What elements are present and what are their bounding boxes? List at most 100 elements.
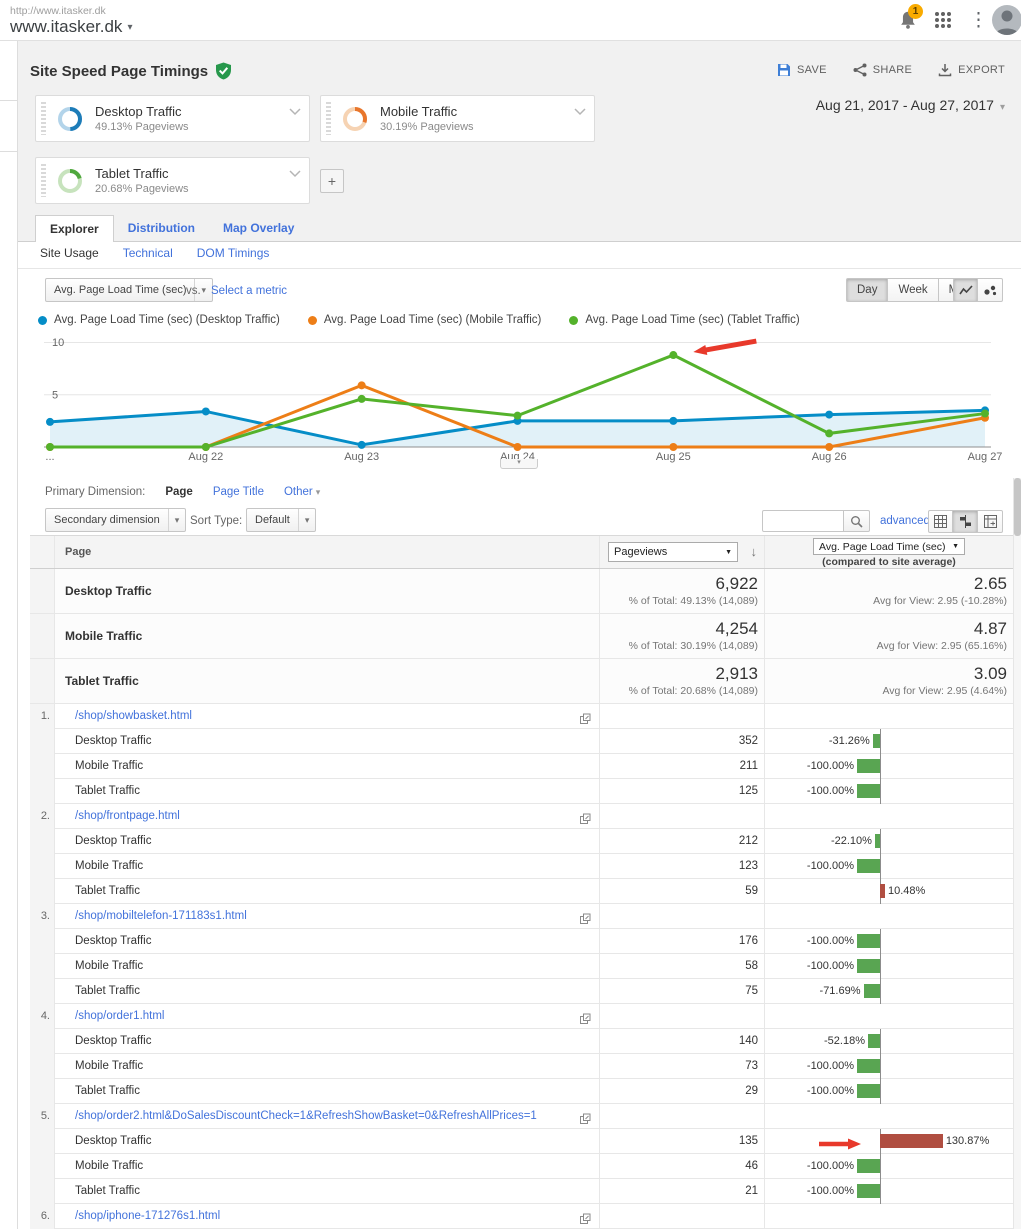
pageviews-value: 176	[738, 935, 758, 947]
comparison-percent-label: -71.69%	[819, 985, 861, 997]
external-link-icon[interactable]	[579, 1210, 591, 1229]
segment-row-name: Mobile Traffic	[75, 860, 144, 872]
svg-text:...: ...	[45, 451, 54, 463]
comparison-axis	[880, 979, 881, 1004]
summary-pageviews-subtext: % of Total: 30.19% (14,089)	[628, 640, 758, 652]
comparison-axis	[880, 1179, 881, 1204]
chevron-down-icon: ▾	[999, 102, 1005, 113]
subtab-site-usage[interactable]: Site Usage	[40, 246, 99, 260]
pageviews-column-select[interactable]: Pageviews ▼	[608, 542, 738, 562]
svg-text:Aug 26: Aug 26	[812, 451, 847, 463]
page-url-link[interactable]: /shop/order1.html	[55, 1004, 165, 1028]
granularity-week[interactable]: Week	[888, 278, 939, 302]
granularity-day[interactable]: Day	[846, 278, 889, 302]
row-gutter	[30, 854, 55, 879]
comparison-axis	[880, 729, 881, 754]
comparison-axis	[880, 929, 881, 954]
comparison-bar	[857, 1084, 880, 1098]
top-bar: http://www.itasker.dk www.itasker.dk ▾ 1 …	[0, 0, 1021, 41]
sort-descending-icon[interactable]: ↓	[751, 544, 758, 559]
search-button[interactable]	[844, 510, 870, 532]
segment-row-name: Tablet Traffic	[75, 985, 140, 997]
legend-item[interactable]: Avg. Page Load Time (sec) (Mobile Traffi…	[307, 314, 541, 326]
page-url-link[interactable]: /shop/mobiltelefon-171183s1.html	[55, 904, 247, 928]
segment-card-mobile-traffic[interactable]: Mobile Traffic 30.19% Pageviews	[320, 95, 595, 142]
segment-row-name: Mobile Traffic	[75, 1160, 144, 1172]
page-url-link[interactable]: /shop/order2.html&DoSalesDiscountCheck=1…	[55, 1104, 537, 1128]
chevron-down-icon[interactable]	[289, 103, 301, 121]
segment-subtitle: 30.19% Pageviews	[380, 121, 474, 133]
data-view-button[interactable]	[928, 510, 953, 533]
pageviews-value: 125	[738, 785, 758, 797]
sort-type-dropdown[interactable]: Default ▾	[246, 508, 317, 532]
comparison-percent-label: -31.26%	[828, 735, 870, 747]
segment-card-tablet-traffic[interactable]: Tablet Traffic 20.68% Pageviews	[35, 157, 310, 204]
scrollbar-thumb[interactable]	[1014, 478, 1021, 536]
motion-chart-button[interactable]	[978, 278, 1003, 302]
subtab-dom-timings[interactable]: DOM Timings	[197, 246, 270, 260]
pivot-view-button[interactable]	[978, 510, 1003, 533]
metric-column-select[interactable]: Avg. Page Load Time (sec) ▼	[813, 538, 965, 555]
page-url-link[interactable]: /shop/showbasket.html	[55, 704, 192, 728]
page-title: Site Speed Page Timings	[30, 62, 209, 80]
comparison-bar	[880, 1134, 943, 1148]
timeseries-chart-area: 5 10... Aug 22 Aug 23 Aug 24 Aug 25 Aug 26 Aug …	[30, 336, 1021, 463]
account-switcher[interactable]: www.itasker.dk ▾	[10, 17, 132, 37]
row-gutter	[30, 1029, 55, 1054]
row-index: 1.	[30, 704, 55, 729]
summary-metric-value: 3.09	[973, 664, 1007, 683]
chevron-down-icon[interactable]	[289, 165, 301, 183]
subtab-technical[interactable]: Technical	[123, 246, 173, 260]
dimension-option-page[interactable]: Page	[165, 486, 193, 498]
comparison-bar	[863, 984, 880, 998]
apps-grid-icon[interactable]	[934, 11, 952, 34]
advanced-search-link[interactable]: advanced	[880, 515, 930, 527]
chevron-down-icon: ▾	[127, 22, 133, 33]
legend-item[interactable]: Avg. Page Load Time (sec) (Tablet Traffi…	[569, 314, 800, 326]
svg-text:5: 5	[52, 389, 58, 401]
segment-detail-row: Desktop Traffic 176 -100.00%	[30, 929, 1013, 954]
date-range-selector[interactable]: Aug 21, 2017 - Aug 27, 2017 ▾	[816, 97, 1005, 113]
account-name: www.itasker.dk	[10, 17, 123, 36]
line-chart-button[interactable]	[953, 278, 978, 302]
segment-card-desktop-traffic[interactable]: Desktop Traffic 49.13% Pageviews	[35, 95, 310, 142]
segment-donut-icon	[342, 106, 368, 132]
comparison-percent-label: -100.00%	[806, 760, 854, 772]
segment-detail-row: Tablet Traffic 29 -100.00%	[30, 1079, 1013, 1104]
add-segment-button[interactable]: +	[320, 169, 344, 193]
column-header-metric: Avg. Page Load Time (sec) ▼ (compared to …	[765, 536, 1013, 568]
chevron-down-icon: ▾	[167, 509, 186, 531]
select-a-metric-link[interactable]: Select a metric	[211, 285, 287, 297]
export-button[interactable]: EXPORT	[938, 63, 1005, 77]
tab-distribution[interactable]: Distribution	[114, 215, 209, 242]
legend-item[interactable]: Avg. Page Load Time (sec) (Desktop Traff…	[38, 314, 280, 326]
comparison-bar	[857, 1159, 880, 1173]
more-vertical-icon[interactable]: ⋮	[969, 9, 988, 32]
comparison-percent-label: -100.00%	[806, 1060, 854, 1072]
segment-subtitle: 20.68% Pageviews	[95, 183, 189, 195]
table-grid-icon	[934, 515, 947, 528]
comparison-axis	[880, 1079, 881, 1104]
summary-segment-name: Mobile Traffic	[65, 629, 143, 643]
tab-explorer[interactable]: Explorer	[35, 215, 114, 242]
save-button[interactable]: SAVE	[777, 63, 827, 77]
chevron-down-icon[interactable]	[574, 103, 586, 121]
dimension-option-page-title[interactable]: Page Title	[213, 486, 264, 498]
share-button[interactable]: SHARE	[853, 63, 912, 77]
summary-pageviews-value: 2,913	[715, 664, 758, 683]
row-gutter	[30, 829, 55, 854]
summary-metric-subtext: Avg for View: 2.95 (65.16%)	[876, 640, 1007, 652]
pageviews-value: 59	[745, 885, 758, 897]
page-row: 4./shop/order1.html	[30, 1004, 1013, 1029]
secondary-dimension-dropdown[interactable]: Secondary dimension ▾	[45, 508, 187, 532]
comparison-view-button[interactable]	[953, 510, 978, 533]
timeline-slider-handle[interactable]: ▾	[500, 459, 538, 469]
table-search-input[interactable]	[762, 510, 844, 532]
tab-map-overlay[interactable]: Map Overlay	[209, 215, 308, 242]
dimension-option-other[interactable]: Other ▾	[284, 486, 320, 498]
page-url-link[interactable]: /shop/frontpage.html	[55, 804, 180, 828]
page-url-link[interactable]: /shop/iphone-171276s1.html	[55, 1204, 220, 1228]
legend-dot-icon	[569, 315, 579, 325]
collapsed-sidebar[interactable]	[0, 41, 18, 1229]
user-avatar[interactable]	[992, 5, 1021, 35]
